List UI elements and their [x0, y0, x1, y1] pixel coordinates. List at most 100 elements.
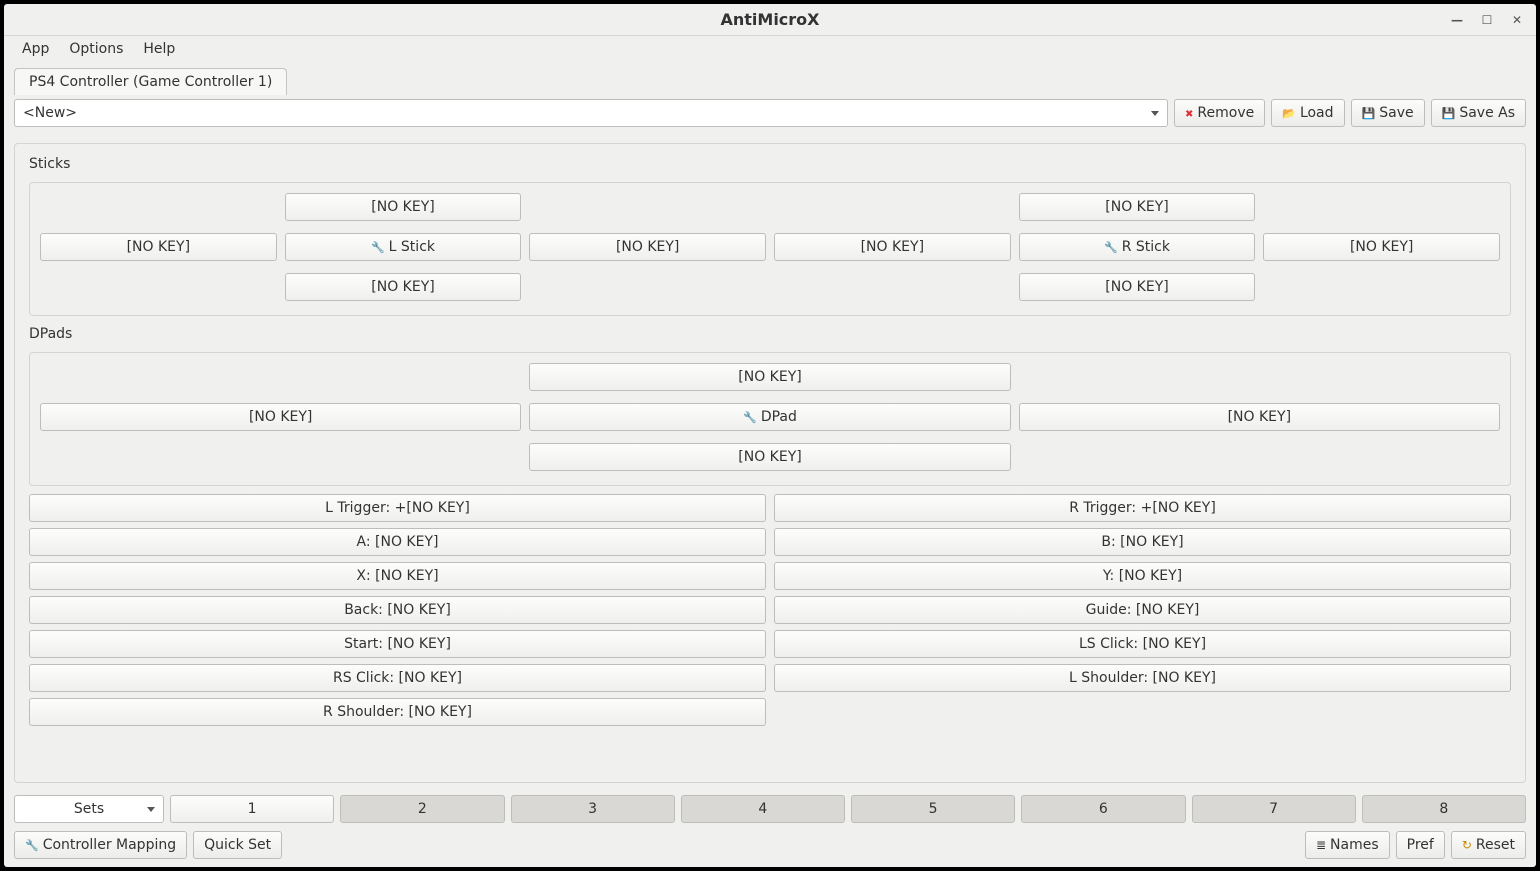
- save-button[interactable]: Save: [1351, 99, 1425, 127]
- lstick-down[interactable]: [NO KEY]: [285, 273, 522, 301]
- rstick-up[interactable]: [NO KEY]: [1019, 193, 1256, 221]
- set-8[interactable]: 8: [1362, 795, 1526, 823]
- x-button[interactable]: X: [NO KEY]: [29, 562, 766, 590]
- load-label: Load: [1300, 105, 1334, 121]
- profile-row: <New> Remove Load Save Save As: [14, 99, 1526, 127]
- pref-button[interactable]: Pref: [1396, 831, 1445, 859]
- lstick-left[interactable]: [NO KEY]: [40, 233, 277, 261]
- start-button[interactable]: Start: [NO KEY]: [29, 630, 766, 658]
- lstick-center-label: L Stick: [389, 239, 435, 255]
- menubar: App Options Help: [4, 36, 1536, 62]
- buttons-grid: L Trigger: +[NO KEY] R Trigger: +[NO KEY…: [29, 494, 1511, 726]
- set-2[interactable]: 2: [340, 795, 504, 823]
- dpad-center-label: DPad: [761, 409, 797, 425]
- sticks-group: [NO KEY] [NO KEY] [NO KEY] L Stick [NO K…: [29, 182, 1511, 316]
- dpads-label: DPads: [29, 326, 1511, 342]
- blank: [774, 193, 1011, 225]
- set-7[interactable]: 7: [1192, 795, 1356, 823]
- rstick-left[interactable]: [NO KEY]: [774, 233, 1011, 261]
- lshoulder-button[interactable]: L Shoulder: [NO KEY]: [774, 664, 1511, 692]
- guide-button[interactable]: Guide: [NO KEY]: [774, 596, 1511, 624]
- rsclick-button[interactable]: RS Click: [NO KEY]: [29, 664, 766, 692]
- profile-select[interactable]: <New>: [14, 99, 1168, 127]
- a-button[interactable]: A: [NO KEY]: [29, 528, 766, 556]
- menu-help[interactable]: Help: [135, 38, 183, 60]
- close-button[interactable]: ✕: [1504, 9, 1530, 31]
- rstick-center[interactable]: R Stick: [1019, 233, 1256, 261]
- lstick-center[interactable]: L Stick: [285, 233, 522, 261]
- set-1[interactable]: 1: [170, 795, 334, 823]
- rstick-right[interactable]: [NO KEY]: [1263, 233, 1500, 261]
- lstick-up[interactable]: [NO KEY]: [285, 193, 522, 221]
- dpad-right[interactable]: [NO KEY]: [1019, 403, 1500, 431]
- menu-app[interactable]: App: [14, 38, 57, 60]
- lsclick-button[interactable]: LS Click: [NO KEY]: [774, 630, 1511, 658]
- blank: [529, 273, 766, 305]
- rtrigger-button[interactable]: R Trigger: +[NO KEY]: [774, 494, 1511, 522]
- dpad-down[interactable]: [NO KEY]: [529, 443, 1010, 471]
- names-icon: [1316, 837, 1326, 853]
- content-area: PS4 Controller (Game Controller 1) <New>…: [4, 62, 1536, 867]
- quickset-button[interactable]: Quick Set: [193, 831, 282, 859]
- load-icon: [1282, 105, 1296, 121]
- sets-select[interactable]: Sets: [14, 795, 164, 823]
- blank: [40, 193, 277, 225]
- blank: [40, 363, 521, 395]
- lstick-right[interactable]: [NO KEY]: [529, 233, 766, 261]
- remove-button[interactable]: Remove: [1174, 99, 1265, 127]
- minimize-button[interactable]: —: [1444, 9, 1470, 31]
- bottom-row: Controller Mapping Quick Set Names Pref …: [14, 831, 1526, 859]
- blank: [1263, 193, 1500, 225]
- maximize-button[interactable]: ☐: [1474, 9, 1500, 31]
- controller-mapping-button[interactable]: Controller Mapping: [14, 831, 187, 859]
- dpad-center[interactable]: DPad: [529, 403, 1010, 431]
- wrench-icon: [743, 409, 757, 425]
- set-5[interactable]: 5: [851, 795, 1015, 823]
- reset-icon: [1462, 837, 1472, 853]
- wrench-icon: [25, 837, 39, 853]
- y-button[interactable]: Y: [NO KEY]: [774, 562, 1511, 590]
- remove-label: Remove: [1197, 105, 1254, 121]
- menu-options[interactable]: Options: [61, 38, 131, 60]
- set-3[interactable]: 3: [511, 795, 675, 823]
- reset-button[interactable]: Reset: [1451, 831, 1526, 859]
- saveas-icon: [1442, 105, 1456, 121]
- window-controls: — ☐ ✕: [1444, 4, 1530, 35]
- dpad-area: [NO KEY] [NO KEY] DPad [NO KEY] [NO KEY]: [40, 363, 1500, 475]
- sticks-label: Sticks: [29, 156, 1511, 172]
- blank: [1019, 443, 1500, 475]
- controller-mapping-label: Controller Mapping: [43, 837, 176, 853]
- reset-label: Reset: [1476, 837, 1515, 853]
- blank: [40, 273, 277, 305]
- blank: [1019, 363, 1500, 395]
- rshoulder-button[interactable]: R Shoulder: [NO KEY]: [29, 698, 766, 726]
- wrench-icon: [371, 239, 385, 255]
- b-button[interactable]: B: [NO KEY]: [774, 528, 1511, 556]
- sticks-area: [NO KEY] [NO KEY] [NO KEY] L Stick [NO K…: [40, 193, 1500, 305]
- names-button[interactable]: Names: [1305, 831, 1390, 859]
- saveas-label: Save As: [1459, 105, 1515, 121]
- chevron-down-icon: [147, 807, 155, 812]
- profile-selected-label: <New>: [23, 105, 77, 121]
- load-button[interactable]: Load: [1271, 99, 1344, 127]
- dpad-left[interactable]: [NO KEY]: [40, 403, 521, 431]
- chevron-down-icon: [1151, 111, 1159, 116]
- rstick-down[interactable]: [NO KEY]: [1019, 273, 1256, 301]
- saveas-button[interactable]: Save As: [1431, 99, 1526, 127]
- main-panel: Sticks [NO KEY] [NO KEY] [NO KEY] L Stic…: [14, 143, 1526, 783]
- titlebar: AntiMicroX — ☐ ✕: [4, 4, 1536, 36]
- sets-label: Sets: [74, 801, 104, 817]
- wrench-icon: [1104, 239, 1118, 255]
- blank: [1263, 273, 1500, 305]
- tab-row: PS4 Controller (Game Controller 1): [14, 68, 1526, 95]
- rstick-center-label: R Stick: [1122, 239, 1170, 255]
- save-icon: [1362, 105, 1376, 121]
- back-button[interactable]: Back: [NO KEY]: [29, 596, 766, 624]
- set-6[interactable]: 6: [1021, 795, 1185, 823]
- dpad-up[interactable]: [NO KEY]: [529, 363, 1010, 391]
- sets-row: Sets 1 2 3 4 5 6 7 8: [14, 795, 1526, 823]
- ltrigger-button[interactable]: L Trigger: +[NO KEY]: [29, 494, 766, 522]
- set-4[interactable]: 4: [681, 795, 845, 823]
- tab-controller[interactable]: PS4 Controller (Game Controller 1): [14, 68, 287, 95]
- remove-icon: [1185, 105, 1193, 121]
